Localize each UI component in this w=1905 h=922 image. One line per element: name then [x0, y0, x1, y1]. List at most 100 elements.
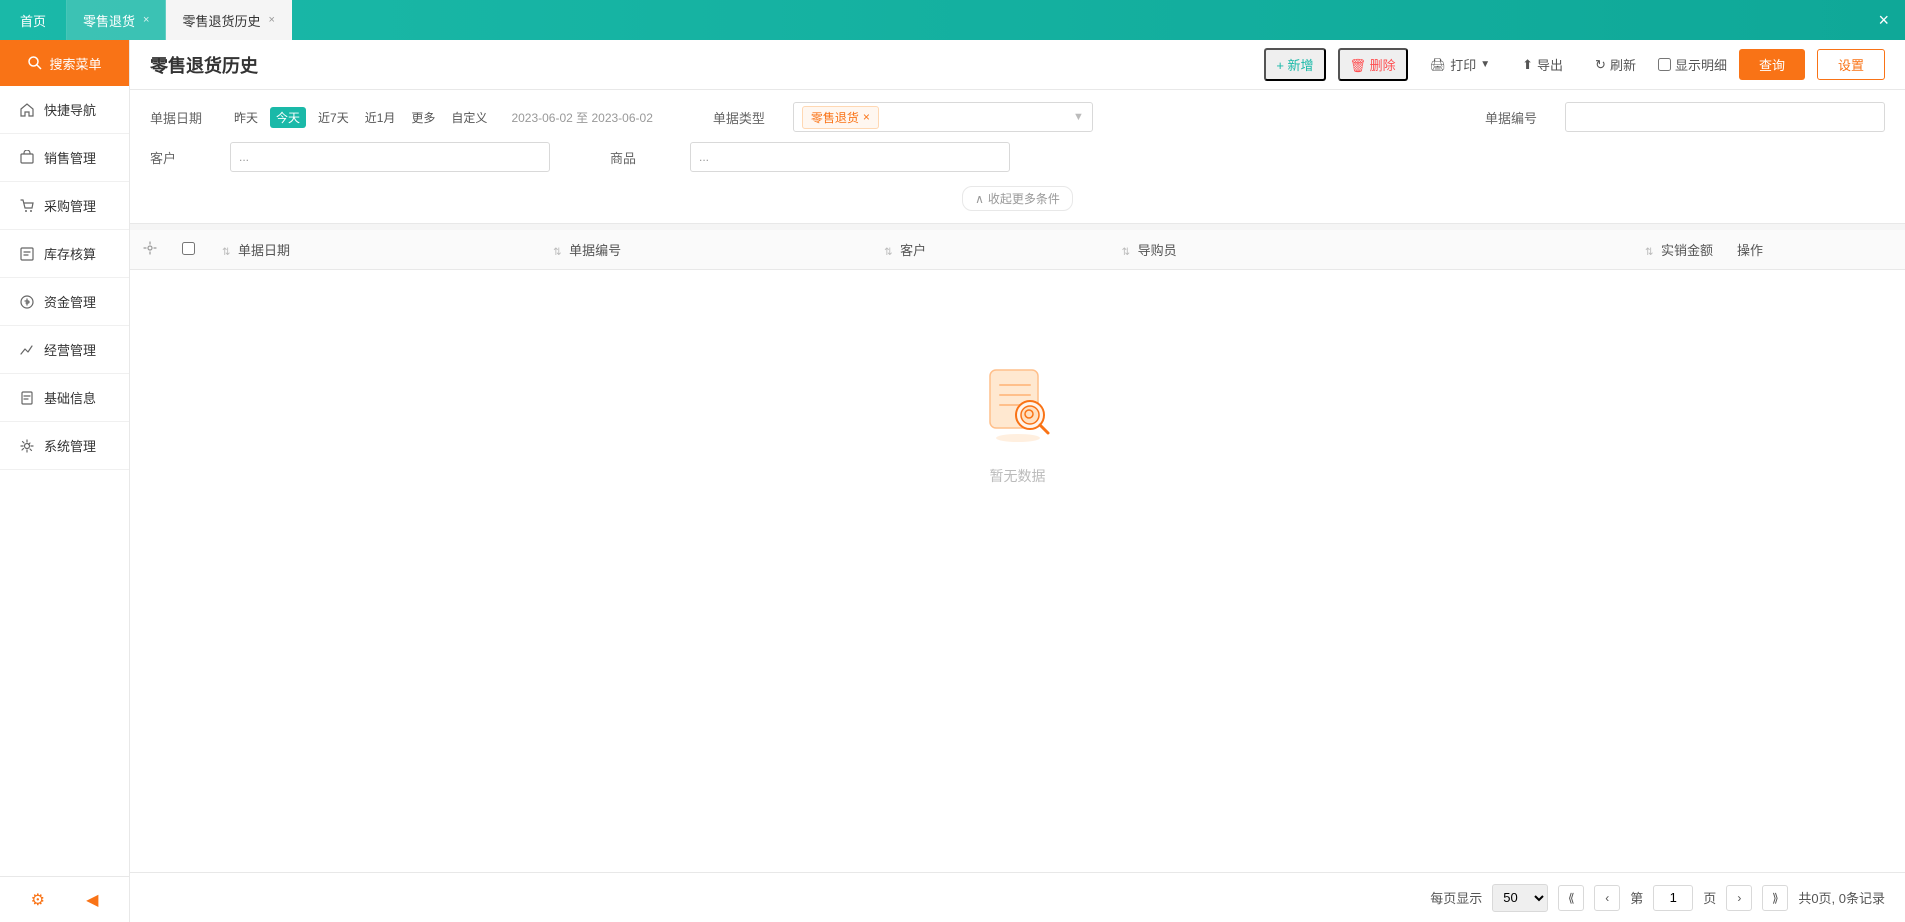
th-actual-amount-label: 实销金额	[1661, 243, 1713, 258]
tab-home[interactable]: 首页	[0, 0, 67, 40]
goods-select[interactable]: ...	[690, 142, 1010, 172]
th-customer-label: 客户	[900, 243, 926, 258]
sort-arrows-customer: ⇅	[884, 247, 892, 258]
page-size-label: 每页显示	[1430, 888, 1482, 907]
doc-no-input[interactable]	[1565, 102, 1885, 132]
content-area: 零售退货历史 + 新增 🗑 删除 🖨 打印 ▼ ⬆ 导出 ↻ 刷新	[130, 40, 1905, 922]
sidebar-item-operations[interactable]: 经营管理	[0, 326, 129, 374]
window-close-button[interactable]: ×	[1878, 10, 1889, 31]
date-btn-7days[interactable]: 近7天	[314, 107, 353, 128]
search-menu-button[interactable]: 搜索菜单	[0, 40, 129, 86]
new-button[interactable]: + 新增	[1264, 48, 1325, 81]
tab-retail-return-history[interactable]: 零售退货历史 ×	[166, 0, 291, 40]
doc-type-label: 单据类型	[713, 108, 773, 127]
collapse-bar: ∧ 收起更多条件	[150, 182, 1885, 211]
collapse-sidebar-button[interactable]: ◀	[86, 890, 98, 910]
sidebar-item-system[interactable]: 系统管理	[0, 422, 129, 470]
sidebar: 搜索菜单 快捷导航 销售管理 采购管理 库存核算	[0, 40, 130, 922]
sidebar-label-basic-info: 基础信息	[44, 388, 96, 407]
sidebar-bottom: ⚙ ◀	[0, 876, 129, 922]
main-layout: 搜索菜单 快捷导航 销售管理 采购管理 库存核算	[0, 40, 1905, 922]
basic-info-icon	[18, 389, 36, 407]
th-guide[interactable]: ⇅ 导购员	[1110, 230, 1394, 270]
table-header-row: ⇅ 单据日期 ⇅ 单据编号 ⇅ 客户 ⇅ 导购员	[130, 230, 1905, 270]
th-doc-date-label: 单据日期	[238, 243, 290, 258]
show-detail-checkbox[interactable]: 显示明细	[1658, 55, 1727, 74]
th-actual-amount[interactable]: ⇅ 实销金额	[1394, 230, 1725, 270]
sidebar-label-quick-nav: 快捷导航	[44, 100, 96, 119]
refresh-icon: ↻	[1595, 57, 1606, 73]
sidebar-item-basic-info[interactable]: 基础信息	[0, 374, 129, 422]
next-page-button[interactable]: ›	[1726, 885, 1752, 911]
page-word: 第	[1630, 888, 1643, 907]
tab-retail-return-close[interactable]: ×	[143, 14, 149, 26]
date-filter: 昨天 今天 近7天 近1月 更多 自定义	[230, 107, 491, 128]
sort-arrows-doc-no: ⇅	[553, 247, 561, 258]
date-btn-custom[interactable]: 自定义	[447, 107, 491, 128]
date-btn-today[interactable]: 今天	[270, 107, 306, 128]
th-checkbox[interactable]	[170, 230, 210, 270]
empty-text: 暂无数据	[990, 466, 1046, 486]
sort-arrows-actual-amount: ⇅	[1645, 247, 1653, 258]
gear-button[interactable]: ⚙	[31, 890, 45, 910]
doc-type-select[interactable]: 零售退货 × ▼	[793, 102, 1093, 132]
sidebar-label-inventory: 库存核算	[44, 244, 96, 263]
tab-retail-return-label: 零售退货	[83, 11, 135, 30]
refresh-label: 刷新	[1610, 55, 1636, 74]
search-icon	[27, 55, 43, 71]
date-btn-more[interactable]: 更多	[407, 107, 439, 128]
operations-icon	[18, 341, 36, 359]
sidebar-label-sales: 销售管理	[44, 148, 96, 167]
sidebar-item-finance[interactable]: 资金管理	[0, 278, 129, 326]
finance-icon	[18, 293, 36, 311]
home-icon	[18, 101, 36, 119]
export-button[interactable]: ⬆ 导出	[1512, 50, 1573, 79]
purchase-icon	[18, 197, 36, 215]
sort-arrows-doc-date: ⇅	[222, 247, 230, 258]
doc-type-chevron-icon: ▼	[1073, 111, 1084, 123]
page-unit: 页	[1703, 888, 1716, 907]
total-info: 共0页, 0条记录	[1798, 888, 1885, 907]
tab-retail-return-history-close[interactable]: ×	[268, 14, 274, 26]
customer-select[interactable]: ...	[230, 142, 550, 172]
current-page-input[interactable]	[1653, 885, 1693, 911]
sidebar-label-finance: 资金管理	[44, 292, 96, 311]
print-chevron-icon: ▼	[1480, 59, 1490, 70]
date-btn-1month[interactable]: 近1月	[361, 107, 400, 128]
print-icon: 🖨	[1430, 57, 1447, 73]
doc-type-tag-label: 零售退货	[811, 109, 859, 126]
th-doc-date[interactable]: ⇅ 单据日期	[210, 230, 541, 270]
sidebar-label-system: 系统管理	[44, 436, 96, 455]
date-label: 单据日期	[150, 108, 210, 127]
th-guide-label: 导购员	[1138, 243, 1177, 258]
tab-retail-return-history-label: 零售退货历史	[182, 11, 260, 30]
prev-page-button[interactable]: ‹	[1594, 885, 1620, 911]
collapse-button[interactable]: ∧ 收起更多条件	[962, 186, 1073, 211]
header-actions: + 新增 🗑 删除 🖨 打印 ▼ ⬆ 导出 ↻ 刷新 显示明细	[1264, 48, 1885, 81]
th-operation: 操作	[1725, 230, 1905, 270]
empty-state: 暂无数据	[130, 270, 1905, 546]
th-customer[interactable]: ⇅ 客户	[872, 230, 1110, 270]
tab-retail-return[interactable]: 零售退货 ×	[67, 0, 166, 40]
print-button[interactable]: 🖨 打印 ▼	[1420, 50, 1500, 79]
th-settings[interactable]	[130, 230, 170, 270]
show-detail-input[interactable]	[1658, 58, 1671, 71]
last-page-button[interactable]: ⟫	[1762, 885, 1788, 911]
sidebar-item-quick-nav[interactable]: 快捷导航	[0, 86, 129, 134]
query-button[interactable]: 查询	[1739, 49, 1805, 80]
sidebar-item-sales[interactable]: 销售管理	[0, 134, 129, 182]
sidebar-item-purchase[interactable]: 采购管理	[0, 182, 129, 230]
collapse-label: 收起更多条件	[988, 190, 1060, 207]
th-doc-no[interactable]: ⇅ 单据编号	[541, 230, 872, 270]
date-btn-yesterday[interactable]: 昨天	[230, 107, 262, 128]
goods-label: 商品	[610, 148, 670, 167]
first-page-button[interactable]: ⟪	[1558, 885, 1584, 911]
customer-dots: ...	[239, 150, 249, 164]
delete-button[interactable]: 🗑 删除	[1338, 48, 1408, 81]
doc-type-tag-close[interactable]: ×	[863, 110, 870, 124]
sidebar-item-inventory[interactable]: 库存核算	[0, 230, 129, 278]
select-all-checkbox[interactable]	[182, 242, 195, 255]
refresh-button[interactable]: ↻ 刷新	[1585, 50, 1646, 79]
page-size-select[interactable]: 10 20 50 100	[1492, 884, 1548, 912]
setting-button[interactable]: 设置	[1817, 49, 1885, 80]
